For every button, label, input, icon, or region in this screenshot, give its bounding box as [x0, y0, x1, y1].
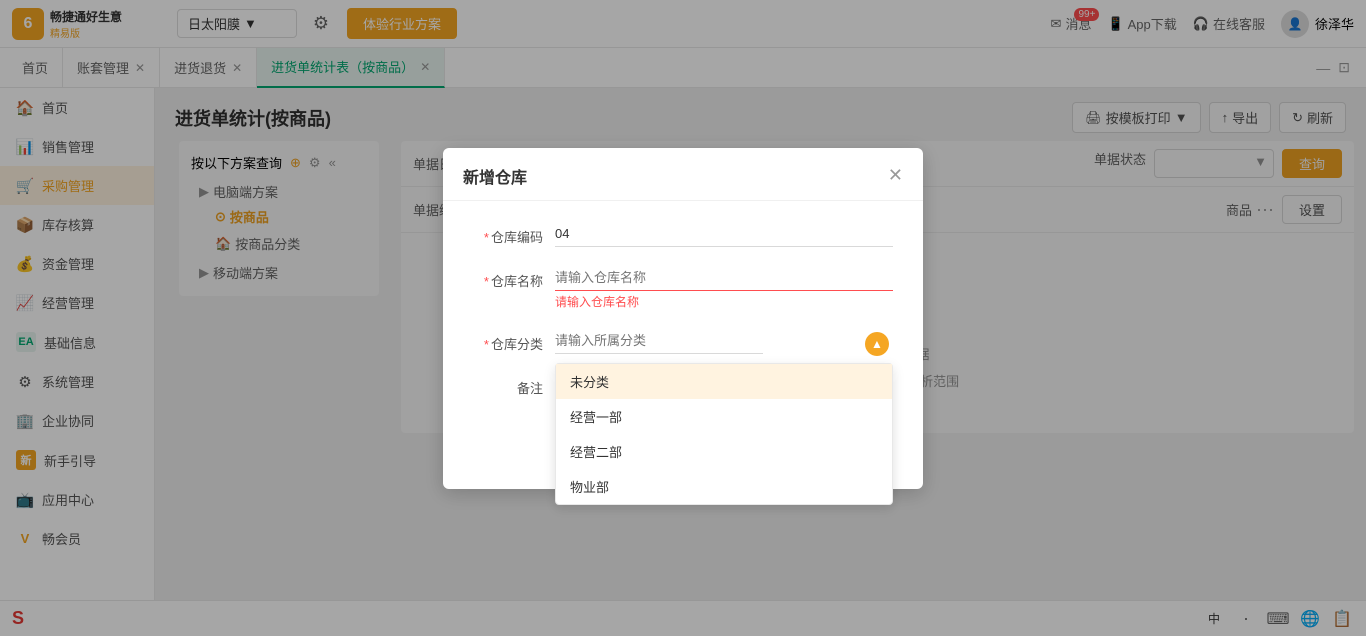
- warehouse-code-row: 仓库编码: [473, 221, 893, 247]
- warehouse-category-row: 仓库分类 ▲ 未分类 经营一部 经营二部 物业部: [473, 328, 893, 354]
- dialog-close-button[interactable]: ✕: [888, 165, 903, 186]
- category-label: 仓库分类: [473, 328, 543, 353]
- dialog-body: 仓库编码 仓库名称 请输入仓库名称 仓库分类 ▲ 未分类: [443, 201, 923, 436]
- dropdown-item-ops2[interactable]: 经营二部: [556, 434, 892, 469]
- warehouse-code-input[interactable]: [555, 221, 893, 247]
- name-error-msg: 请输入仓库名称: [555, 293, 893, 310]
- category-dropdown-wrap: ▲ 未分类 经营一部 经营二部 物业部: [555, 328, 893, 354]
- dropdown-item-uncategorized[interactable]: 未分类: [556, 364, 892, 399]
- warehouse-name-row: 仓库名称 请输入仓库名称: [473, 265, 893, 310]
- code-label: 仓库编码: [473, 221, 543, 246]
- name-label: 仓库名称: [473, 265, 543, 290]
- category-dropdown-list: 未分类 经营一部 经营二部 物业部: [555, 363, 893, 505]
- dropdown-item-ops1[interactable]: 经营一部: [556, 399, 892, 434]
- remark-label: 备注: [473, 372, 543, 397]
- dialog-header: 新增仓库 ✕: [443, 148, 923, 201]
- warehouse-name-input[interactable]: [555, 265, 893, 291]
- dropdown-item-property[interactable]: 物业部: [556, 469, 892, 504]
- dropdown-toggle-button[interactable]: ▲: [865, 332, 889, 356]
- new-warehouse-dialog: 新增仓库 ✕ 仓库编码 仓库名称 请输入仓库名称 仓库分类: [443, 148, 923, 489]
- warehouse-category-input[interactable]: [555, 328, 763, 354]
- modal-overlay: 新增仓库 ✕ 仓库编码 仓库名称 请输入仓库名称 仓库分类: [0, 0, 1366, 636]
- dialog-title: 新增仓库: [463, 164, 527, 188]
- name-field-col: 请输入仓库名称: [555, 265, 893, 310]
